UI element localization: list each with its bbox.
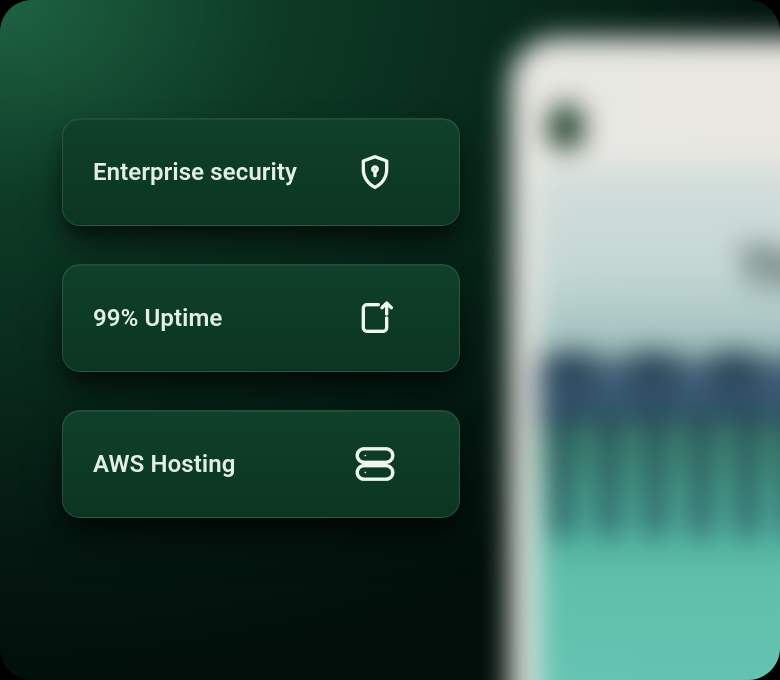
hero-panel: Th Enterprise security [0,0,780,680]
feature-card-label: AWS Hosting [93,450,235,478]
feature-card-enterprise-security[interactable]: Enterprise security [62,118,460,226]
feature-card-label: Enterprise security [93,158,297,186]
feature-card-label: 99% Uptime [93,304,222,332]
mockup-headline: Th [739,238,780,299]
feature-card-uptime[interactable]: 99% Uptime [62,264,460,372]
shield-lock-icon [353,150,397,194]
feature-card-aws-hosting[interactable]: AWS Hosting [62,410,460,518]
phone-mockup: Th [510,38,780,680]
external-up-icon [353,296,397,340]
feature-card-list: Enterprise security 99% Uptime AWS H [62,118,460,518]
server-icon [353,442,397,486]
